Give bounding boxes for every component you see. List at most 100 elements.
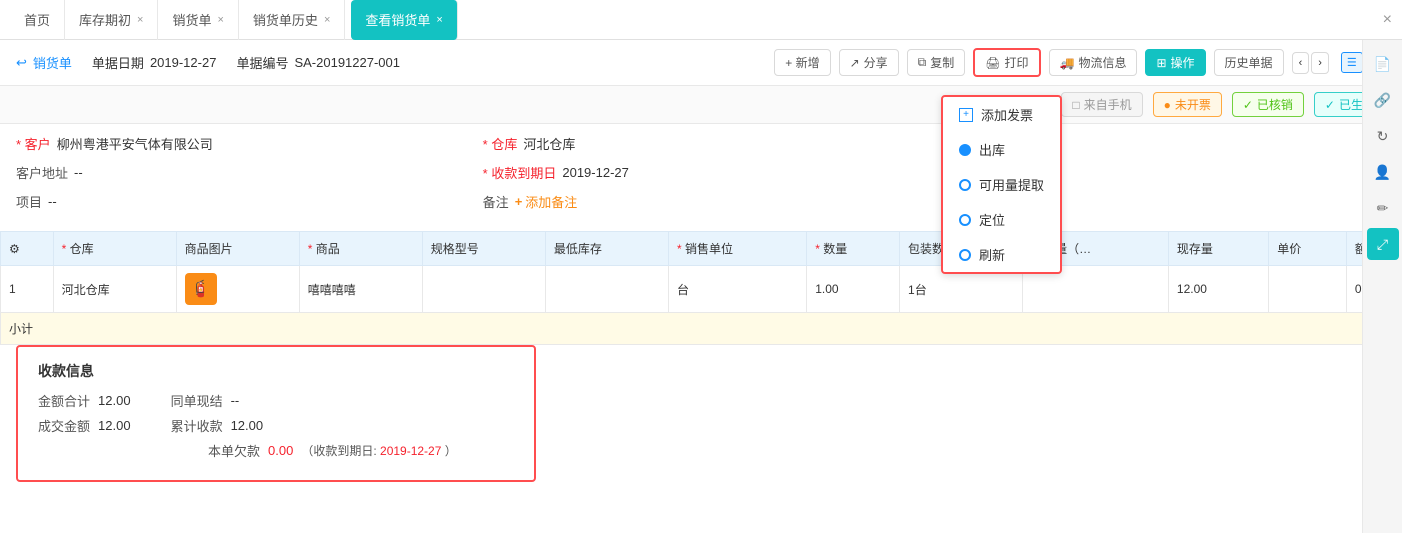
subtotal-row: 小计 bbox=[1, 313, 1402, 345]
tab-sales-history[interactable]: 销货单历史 × bbox=[239, 0, 345, 40]
owed-label: 本单欠款 bbox=[208, 441, 260, 460]
close-tab-view-sales[interactable]: × bbox=[436, 14, 442, 26]
add-invoice-icon: + bbox=[959, 108, 973, 122]
checked-btn[interactable]: ✓ 已核销 bbox=[1232, 92, 1304, 117]
same-order-item: 同单现结 -- bbox=[171, 391, 240, 410]
doc-sidebar-icon[interactable]: 📄 bbox=[1367, 48, 1399, 80]
payment-row-3: 本单欠款 0.00 （收款到期日: 2019-12-27 ） bbox=[38, 441, 514, 460]
warehouse-label: 仓库 bbox=[483, 134, 518, 153]
doc-actions: + 新增 ↗ 分享 ⧉ 复制 🖨 打印 🚚 物流信息 bbox=[774, 48, 1386, 77]
list-view-button[interactable]: ☰ bbox=[1341, 52, 1363, 73]
refresh-item[interactable]: 刷新 bbox=[943, 237, 1060, 272]
address-label: 客户地址 bbox=[16, 163, 68, 182]
dropdown-menu: + 添加发票 出库 可用量提取 定位 刷新 bbox=[941, 95, 1062, 274]
row-product-img: 🧯 bbox=[176, 266, 299, 313]
link-sidebar-icon[interactable]: 🔗 bbox=[1367, 84, 1399, 116]
grid-icon: ⊞ bbox=[1156, 56, 1166, 70]
close-tab-history[interactable]: × bbox=[324, 14, 330, 26]
owed-date: 2019-12-27 bbox=[380, 444, 441, 458]
address-field: 客户地址 -- bbox=[16, 163, 453, 182]
available-qty-icon bbox=[959, 179, 971, 191]
row-stock: 12.00 bbox=[1168, 266, 1268, 313]
check-icon: ✓ bbox=[1243, 98, 1253, 112]
col-min-stock: 最低库存 bbox=[545, 232, 668, 266]
row-spec bbox=[422, 266, 545, 313]
refresh-icon bbox=[959, 249, 971, 261]
due-date-field: 收款到期日 2019-12-27 bbox=[483, 163, 920, 182]
new-button[interactable]: + 新增 bbox=[774, 49, 830, 76]
tab-sales-order[interactable]: 销货单 × bbox=[158, 0, 238, 40]
locate-icon bbox=[959, 214, 971, 226]
close-tab-inventory[interactable]: × bbox=[137, 14, 143, 26]
remark-label: 备注 bbox=[483, 192, 509, 211]
next-button[interactable]: › bbox=[1311, 52, 1329, 74]
phone-icon: □ bbox=[1072, 98, 1079, 112]
form-section: 客户 柳州粤港平安气体有限公司 仓库 河北仓库 业务员 演示账号 客户地址 -- bbox=[0, 124, 1402, 231]
transaction-amount-label: 成交金额 bbox=[38, 416, 90, 435]
add-invoice-item[interactable]: + 添加发票 bbox=[943, 97, 1060, 132]
print-button[interactable]: 🖨 打印 bbox=[973, 48, 1040, 77]
circle-icon: ● bbox=[1164, 98, 1171, 112]
warehouse-value: 河北仓库 bbox=[523, 134, 575, 153]
cumulative-value: 12.00 bbox=[231, 418, 264, 433]
row-warehouse: 河北仓库 bbox=[53, 266, 176, 313]
products-table: ⚙ 仓库 商品图片 商品 规格型号 最低库存 销售单位 数量 包装数量 可用量（… bbox=[0, 231, 1402, 345]
col-settings[interactable]: ⚙ bbox=[1, 232, 54, 266]
doc-header: ↩ 销货单 单据日期 2019-12-27 单据编号 SA-20191227-0… bbox=[0, 40, 1402, 86]
tab-view-sales[interactable]: 查看销货单 × bbox=[351, 0, 457, 40]
payment-row-2: 成交金额 12.00 累计收款 12.00 bbox=[38, 416, 514, 435]
product-image: 🧯 bbox=[185, 273, 217, 305]
close-tab-sales[interactable]: × bbox=[217, 14, 223, 26]
doc-number-meta: 单据编号 SA-20191227-001 bbox=[236, 53, 400, 72]
col-quantity: 数量 bbox=[807, 232, 900, 266]
doc-title: ↩ 销货单 bbox=[16, 53, 72, 72]
project-value: -- bbox=[48, 194, 57, 209]
col-sales-unit: 销售单位 bbox=[668, 232, 806, 266]
customer-value: 柳州粤港平安气体有限公司 bbox=[57, 134, 213, 153]
remark-field: 备注 添加备注 bbox=[483, 192, 920, 211]
from-phone-btn[interactable]: □ 来自手机 bbox=[1061, 92, 1142, 117]
owed-item: 本单欠款 0.00 （收款到期日: 2019-12-27 ） bbox=[208, 441, 457, 460]
same-order-value: -- bbox=[231, 393, 240, 408]
right-sidebar: 📄 🔗 ↻ 👤 ✏ ⤢ bbox=[1362, 40, 1402, 533]
project-field: 项目 -- bbox=[16, 192, 453, 211]
customer-field: 客户 柳州粤港平安气体有限公司 bbox=[16, 134, 453, 153]
edit-sidebar-icon[interactable]: ✏ bbox=[1367, 192, 1399, 224]
form-row-2: 客户地址 -- 收款到期日 2019-12-27 票据类型 不开票 bbox=[16, 163, 1386, 182]
locate-item[interactable]: 定位 bbox=[943, 202, 1060, 237]
row-sales-unit: 台 bbox=[668, 266, 806, 313]
same-order-label: 同单现结 bbox=[171, 391, 223, 410]
prev-button[interactable]: ‹ bbox=[1292, 52, 1310, 74]
owed-note: （收款到期日: 2019-12-27 ） bbox=[301, 442, 456, 459]
col-product-img: 商品图片 bbox=[176, 232, 299, 266]
status-bar: □ 来自手机 ● 未开票 ✓ 已核销 ✓ 已生效 bbox=[0, 86, 1402, 124]
tab-inventory-init[interactable]: 库存期初 × bbox=[65, 0, 158, 40]
owed-value: 0.00 bbox=[268, 443, 293, 458]
table-row: 1 河北仓库 🧯 嘻嘻嘻嘻 台 1.00 1台 12.00 bbox=[1, 266, 1402, 313]
truck-icon: 🚚 bbox=[1060, 56, 1075, 70]
refresh-sidebar-icon[interactable]: ↻ bbox=[1367, 120, 1399, 152]
main-content: ↩ 销货单 单据日期 2019-12-27 单据编号 SA-20191227-0… bbox=[0, 40, 1402, 533]
col-stock: 现存量 bbox=[1168, 232, 1268, 266]
doc-type-label: 销货单 bbox=[33, 53, 72, 72]
products-table-wrapper: ⚙ 仓库 商品图片 商品 规格型号 最低库存 销售单位 数量 包装数量 可用量（… bbox=[0, 231, 1402, 345]
close-window-button[interactable]: × bbox=[1383, 11, 1392, 29]
transaction-amount-value: 12.00 bbox=[98, 418, 131, 433]
add-remark-button[interactable]: 添加备注 bbox=[515, 192, 578, 211]
user-sidebar-icon[interactable]: 👤 bbox=[1367, 156, 1399, 188]
share-button[interactable]: ↗ 分享 bbox=[839, 49, 899, 76]
not-open-btn[interactable]: ● 未开票 bbox=[1153, 92, 1222, 117]
available-qty-item[interactable]: 可用量提取 bbox=[943, 167, 1060, 202]
row-quantity: 1.00 bbox=[807, 266, 900, 313]
form-row-1: 客户 柳州粤港平安气体有限公司 仓库 河北仓库 业务员 演示账号 bbox=[16, 134, 1386, 153]
tab-home[interactable]: 首页 bbox=[10, 0, 65, 40]
history-button[interactable]: 历史单据 bbox=[1214, 49, 1284, 76]
payment-row-1: 金额合计 12.00 同单现结 -- bbox=[38, 391, 514, 410]
copy-button[interactable]: ⧉ 复制 bbox=[907, 49, 966, 76]
operate-button[interactable]: ⊞ 操作 bbox=[1145, 49, 1205, 76]
total-amount-item: 金额合计 12.00 bbox=[38, 391, 131, 410]
total-amount-value: 12.00 bbox=[98, 393, 131, 408]
logistics-button[interactable]: 🚚 物流信息 bbox=[1049, 49, 1138, 76]
out-warehouse-item[interactable]: 出库 bbox=[943, 132, 1060, 167]
expand-sidebar-icon[interactable]: ⤢ bbox=[1367, 228, 1399, 260]
